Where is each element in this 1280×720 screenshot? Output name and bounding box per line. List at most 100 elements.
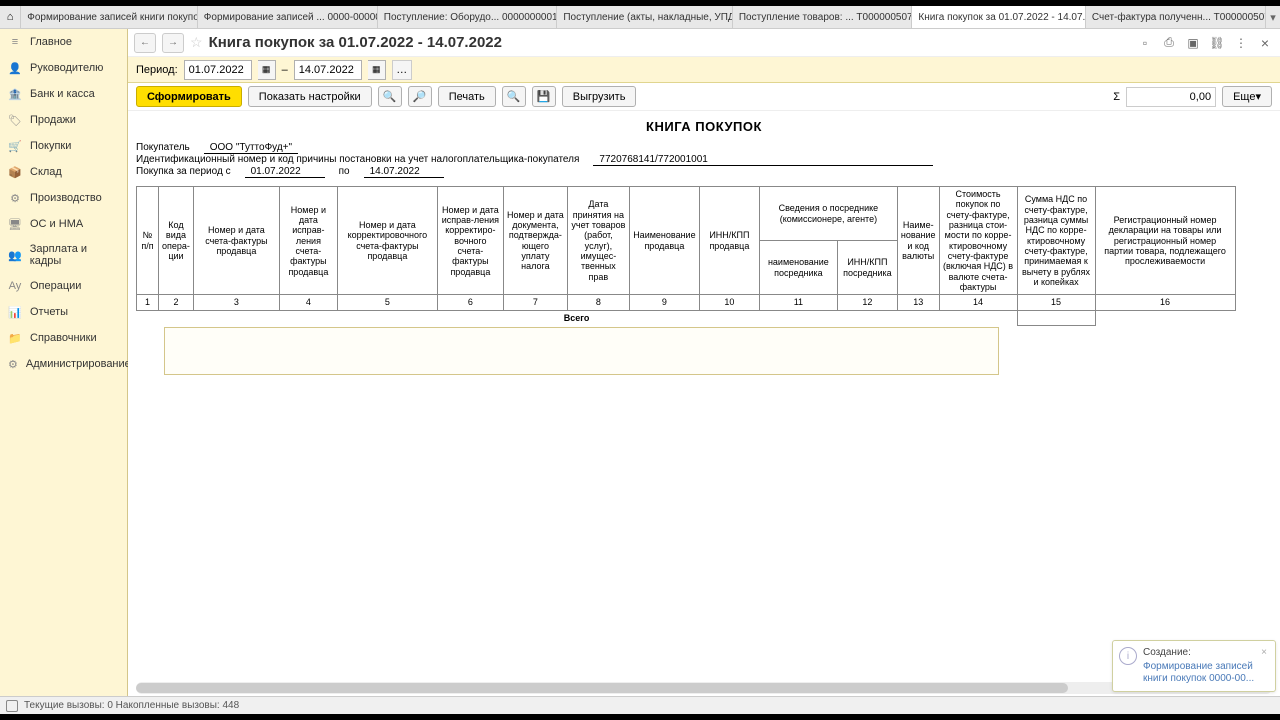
notification-title: Создание: xyxy=(1143,647,1191,658)
period-label: Период: xyxy=(136,64,178,76)
sidebar-item-hr[interactable]: 👥Зарплата и кадры xyxy=(0,237,127,273)
page-header: ← → ☆ Книга покупок за 01.07.2022 - 14.0… xyxy=(128,29,1280,57)
date-to-input[interactable] xyxy=(294,60,362,80)
chart-icon: 📊 xyxy=(8,305,22,319)
gear-icon: ⚙ xyxy=(8,191,22,205)
horizontal-scrollbar[interactable] xyxy=(136,682,1272,694)
find-next-button[interactable]: 🔎 xyxy=(408,86,432,107)
home-button[interactable]: ⌂ xyxy=(0,6,21,28)
more-button[interactable]: Еще ▾ xyxy=(1222,86,1272,107)
cart-icon: 🛒 xyxy=(8,139,22,153)
sidebar-item-refs[interactable]: 📁Справочники xyxy=(0,325,127,351)
sum-icon: Σ xyxy=(1113,91,1120,103)
print-button[interactable]: Печать xyxy=(438,86,496,107)
tabs-overflow[interactable]: ▾ xyxy=(1266,6,1280,28)
tab-1[interactable]: Формирование записей ... 0000-000004× xyxy=(198,6,378,28)
link-icon[interactable]: ⛓ xyxy=(1208,34,1226,52)
status-icon xyxy=(6,700,18,712)
col-12: ИНН/КПП посредника xyxy=(837,241,897,295)
gear-icon: ⚙ xyxy=(8,357,18,371)
report-period-label: Покупка за период с xyxy=(136,166,231,177)
inn-label: Идентификационный номер и код причины по… xyxy=(136,154,579,165)
col-9: Наименование продавца xyxy=(629,187,699,295)
calendar-icon[interactable]: ▦ xyxy=(368,60,386,80)
sum-input[interactable] xyxy=(1126,87,1216,107)
tab-bar: ⌂ Формирование записей книги покупок× Фо… xyxy=(0,6,1280,29)
notification-body[interactable]: Формирование записей книги покупок 0000-… xyxy=(1143,661,1267,685)
sidebar-item-sales[interactable]: 🏷Продажи xyxy=(0,107,127,133)
report-title: КНИГА ПОКУПОК xyxy=(136,119,1272,134)
col-7: Номер и дата документа, подтвержда-ющего… xyxy=(503,187,567,295)
more-icon[interactable]: ⋮ xyxy=(1232,34,1250,52)
copy-icon[interactable]: ▣ xyxy=(1184,34,1202,52)
period-select-button[interactable]: … xyxy=(392,60,412,80)
menu-icon: ≡ xyxy=(8,35,22,49)
info-icon: i xyxy=(1119,647,1137,665)
sidebar: ≡Главное 👤Руководителю 🏦Банк и касса 🏷Пр… xyxy=(0,29,128,696)
sidebar-item-assets[interactable]: 🖥ОС и НМА xyxy=(0,211,127,237)
calendar-icon[interactable]: ▦ xyxy=(258,60,276,80)
total-row: Всего xyxy=(137,310,1236,325)
close-icon[interactable]: × xyxy=(1256,34,1274,52)
report-table: № п/п Код вида опера-ции Номер и дата сч… xyxy=(136,186,1236,326)
save-icon[interactable]: ▫ xyxy=(1136,34,1154,52)
report-area: КНИГА ПОКУПОК Покупатель ООО "ТуттоФуд+"… xyxy=(128,111,1280,696)
sidebar-item-operations[interactable]: AyОперации xyxy=(0,273,127,299)
col-14: Стоимость покупок по счету-фактуре, разн… xyxy=(939,187,1017,295)
date-from-input[interactable] xyxy=(184,60,252,80)
preview-button[interactable]: 🔍 xyxy=(502,86,526,107)
back-button[interactable]: ← xyxy=(134,33,156,53)
forward-button[interactable]: → xyxy=(162,33,184,53)
page-title: Книга покупок за 01.07.2022 - 14.07.2022 xyxy=(209,34,502,51)
sidebar-item-warehouse[interactable]: 📦Склад xyxy=(0,159,127,185)
col-15: Сумма НДС по счету-фактуре, разница сумм… xyxy=(1017,187,1095,295)
col-16: Регистрационный номер декларации на това… xyxy=(1095,187,1235,295)
col-13: Наиме-нование и код валюты xyxy=(897,187,939,295)
show-settings-button[interactable]: Показать настройки xyxy=(248,86,372,107)
find-button[interactable]: 🔍 xyxy=(378,86,402,107)
box-icon: 📦 xyxy=(8,165,22,179)
tag-icon: 🏷 xyxy=(8,113,22,127)
bank-icon: 🏦 xyxy=(8,87,22,101)
buyer-label: Покупатель xyxy=(136,142,190,153)
favorite-icon[interactable]: ☆ xyxy=(190,34,203,51)
print-icon[interactable]: ⎙ xyxy=(1160,34,1178,52)
user-icon: 👤 xyxy=(8,61,22,75)
toolbar: Сформировать Показать настройки 🔍 🔎 Печа… xyxy=(128,83,1280,111)
form-button[interactable]: Сформировать xyxy=(136,86,242,107)
tab-3[interactable]: Поступление (акты, накладные, УПД)× xyxy=(557,6,732,28)
report-period-to-label: по xyxy=(339,166,350,177)
notification-toast: i Создание: × Формирование записей книги … xyxy=(1112,640,1276,692)
col-11-12-group: Сведения о посреднике (комиссионере, аге… xyxy=(759,187,897,241)
sidebar-item-main[interactable]: ≡Главное xyxy=(0,29,127,55)
ops-icon: Ay xyxy=(8,279,22,293)
tab-0[interactable]: Формирование записей книги покупок× xyxy=(21,6,198,28)
tab-6[interactable]: Счет-фактура полученн... Т0000005079× xyxy=(1086,6,1266,28)
column-number-row: 1234 5678 9101112 13141516 xyxy=(137,295,1236,310)
sidebar-item-reports[interactable]: 📊Отчеты xyxy=(0,299,127,325)
tab-2[interactable]: Поступление: Оборудо... 00000000010× xyxy=(378,6,558,28)
sidebar-item-production[interactable]: ⚙Производство xyxy=(0,185,127,211)
sidebar-item-purchases[interactable]: 🛒Покупки xyxy=(0,133,127,159)
monitor-icon: 🖥 xyxy=(8,217,22,231)
col-3: Номер и дата счета-фактуры продавца xyxy=(193,187,279,295)
close-icon[interactable]: × xyxy=(1261,647,1267,658)
col-6: Номер и дата исправ-ления корректиро-воч… xyxy=(437,187,503,295)
col-5: Номер и дата корректировочного счета-фак… xyxy=(337,187,437,295)
date-dash: – xyxy=(282,64,288,76)
sidebar-item-admin[interactable]: ⚙Администрирование xyxy=(0,351,127,377)
col-4: Номер и дата исправ-ления счета-фактуры … xyxy=(279,187,337,295)
period-bar: Период: ▦ – ▦ … xyxy=(128,57,1280,83)
sidebar-item-manager[interactable]: 👤Руководителю xyxy=(0,55,127,81)
col-1: № п/п xyxy=(137,187,159,295)
tab-4[interactable]: Поступление товаров: ... Т0000005079× xyxy=(733,6,913,28)
folder-icon: 📁 xyxy=(8,331,22,345)
col-8: Дата принятия на учет товаров (работ, ус… xyxy=(567,187,629,295)
users-icon: 👥 xyxy=(8,248,22,262)
status-bar: Текущие вызовы: 0 Накопленные вызовы: 44… xyxy=(0,696,1280,714)
status-text: Текущие вызовы: 0 Накопленные вызовы: 44… xyxy=(24,700,239,711)
sidebar-item-bank[interactable]: 🏦Банк и касса xyxy=(0,81,127,107)
export-button[interactable]: Выгрузить xyxy=(562,86,637,107)
save-button[interactable]: 💾 xyxy=(532,86,556,107)
tab-5[interactable]: Книга покупок за 01.07.2022 - 14.07...× xyxy=(912,6,1086,28)
